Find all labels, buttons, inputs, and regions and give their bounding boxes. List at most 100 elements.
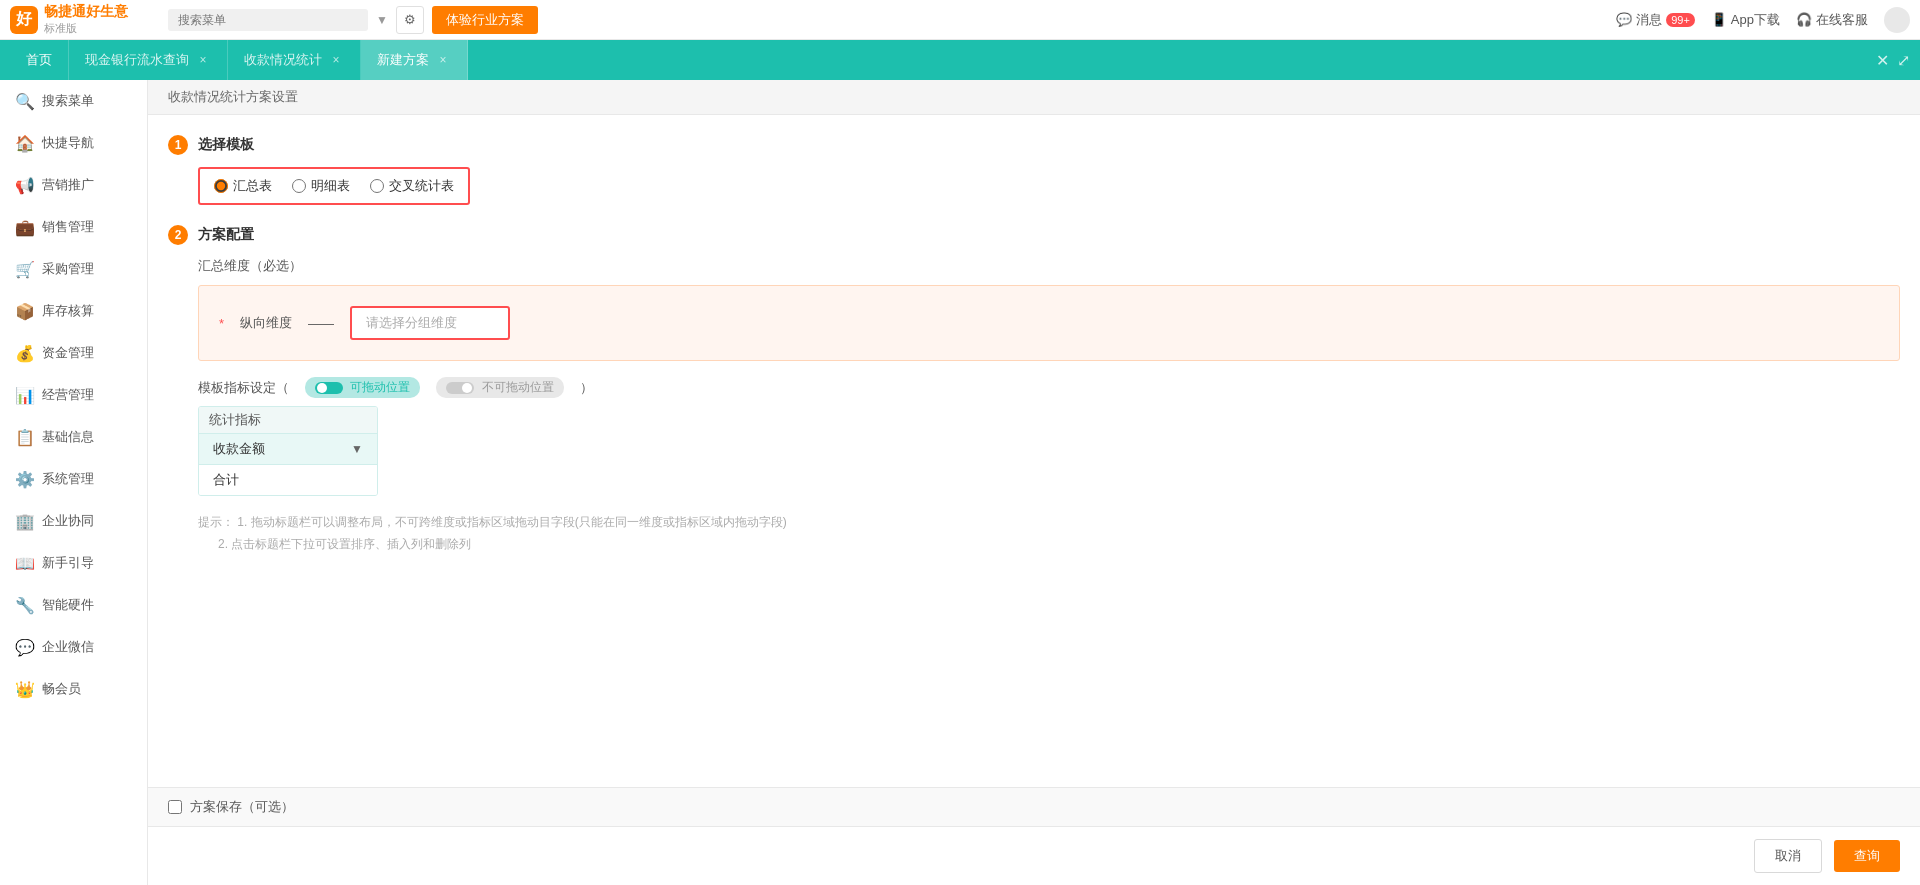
non-draggable-badge: 不可拖动位置: [436, 377, 563, 398]
tab-home-label: 首页: [26, 51, 52, 69]
sidebar-item-management-label: 经营管理: [42, 386, 94, 404]
finance-icon: 💰: [16, 344, 34, 362]
cancel-button[interactable]: 取消: [1754, 839, 1822, 873]
tab-cash-flow[interactable]: 现金银行流水查询 ×: [69, 40, 228, 80]
arrow-icon: ——: [308, 316, 334, 331]
save-section: 方案保存（可选）: [148, 787, 1920, 826]
sidebar-item-search[interactable]: 🔍 搜索菜单: [0, 80, 147, 122]
radio-summary-label: 汇总表: [233, 177, 272, 195]
radio-cross-label: 交叉统计表: [389, 177, 454, 195]
metric-header: 模板指标设定（ 可拖动位置 不可拖: [198, 377, 1900, 398]
sidebar-item-member[interactable]: 👑 畅会员: [0, 668, 147, 710]
radio-summary-input[interactable]: [214, 179, 228, 193]
sidebar-item-basic[interactable]: 📋 基础信息: [0, 416, 147, 458]
sidebar-item-enterprise[interactable]: 🏢 企业协同: [0, 500, 147, 542]
tab-receivable[interactable]: 收款情况统计 ×: [228, 40, 361, 80]
marketing-icon: 📢: [16, 176, 34, 194]
dropdown-arrow-icon[interactable]: ▼: [376, 13, 388, 27]
guide-icon: 📖: [16, 554, 34, 572]
step2-body: 汇总维度（必选） * 纵向维度 —— 请选择分组维度 模板指标设定（: [168, 257, 1900, 555]
metric-close-bracket: ）: [580, 379, 593, 397]
radio-detail[interactable]: 明细表: [292, 177, 350, 195]
dimension-row: * 纵向维度 —— 请选择分组维度: [219, 306, 1879, 340]
sidebar-item-marketing-label: 营销推广: [42, 176, 94, 194]
radio-cross[interactable]: 交叉统计表: [370, 177, 454, 195]
tab-receivable-close[interactable]: ×: [328, 52, 344, 68]
step2-num: 2: [168, 225, 188, 245]
tab-window-controls: ✕ ⤢: [1876, 51, 1910, 70]
draggable-badge: 可拖动位置: [305, 377, 420, 398]
chevron-down-icon[interactable]: ▼: [351, 442, 363, 456]
close-window-icon[interactable]: ✕: [1876, 51, 1889, 70]
logo-icon: 好: [10, 6, 38, 34]
sidebar-item-management[interactable]: 📊 经营管理: [0, 374, 147, 416]
sidebar-item-wechat[interactable]: 💬 企业微信: [0, 626, 147, 668]
metric-settings-label: 模板指标设定（: [198, 379, 289, 397]
tab-receivable-label: 收款情况统计: [244, 51, 322, 69]
step2-section: 2 方案配置 汇总维度（必选） * 纵向维度 —— 请选择分组维度: [168, 225, 1900, 555]
sidebar-item-nav[interactable]: 🏠 快捷导航: [0, 122, 147, 164]
page-body: 1 选择模板 汇总表 明细表: [148, 115, 1920, 787]
radio-summary[interactable]: 汇总表: [214, 177, 272, 195]
dimension-select[interactable]: 请选择分组维度: [350, 306, 510, 340]
user-avatar[interactable]: [1884, 7, 1910, 33]
stats-label: 统计指标: [199, 407, 377, 434]
purchase-icon: 🛒: [16, 260, 34, 278]
sidebar-item-guide-label: 新手引导: [42, 554, 94, 572]
non-draggable-indicator: [446, 382, 474, 394]
sidebar-item-system-label: 系统管理: [42, 470, 94, 488]
sidebar-item-sales[interactable]: 💼 销售管理: [0, 206, 147, 248]
footer-bar: 取消 查询: [148, 826, 1920, 885]
system-icon: ⚙️: [16, 470, 34, 488]
step1-title: 选择模板: [198, 136, 254, 154]
search-icon: 🔍: [16, 92, 34, 110]
tab-cash-flow-close[interactable]: ×: [195, 52, 211, 68]
sidebar-item-hardware[interactable]: 🔧 智能硬件: [0, 584, 147, 626]
service-icon: 🎧: [1796, 12, 1812, 27]
radio-detail-input[interactable]: [292, 179, 306, 193]
tips-spacer: [198, 537, 215, 551]
messages-btn[interactable]: 💬 消息 99+: [1616, 11, 1695, 29]
tab-home[interactable]: 首页: [10, 40, 69, 80]
save-label: 方案保存（可选）: [190, 798, 294, 816]
tab-new-plan[interactable]: 新建方案 ×: [361, 40, 468, 80]
gear-button[interactable]: ⚙: [396, 6, 424, 34]
app-download-label: App下载: [1731, 11, 1780, 29]
summary-dimension-label: 汇总维度（必选）: [198, 257, 1900, 275]
search-input[interactable]: [168, 9, 368, 31]
non-draggable-label: 不可拖动位置: [482, 380, 554, 394]
online-service-label: 在线客服: [1816, 11, 1868, 29]
metric-settings: 模板指标设定（ 可拖动位置 不可拖: [198, 377, 1900, 496]
top-search-area: ▼ ⚙ 体验行业方案: [168, 6, 1606, 34]
query-button[interactable]: 查询: [1834, 840, 1900, 872]
edition-badge: 标准版: [44, 21, 128, 36]
tab-bar: 首页 现金银行流水查询 × 收款情况统计 × 新建方案 × ✕ ⤢: [0, 40, 1920, 80]
sidebar-item-basic-label: 基础信息: [42, 428, 94, 446]
expand-window-icon[interactable]: ⤢: [1897, 51, 1910, 70]
sidebar-item-finance[interactable]: 💰 资金管理: [0, 332, 147, 374]
industry-btn[interactable]: 体验行业方案: [432, 6, 538, 34]
sidebar-item-purchase[interactable]: 🛒 采购管理: [0, 248, 147, 290]
tips-line2: 2. 点击标题栏下拉可设置排序、插入列和删除列: [218, 537, 471, 551]
sidebar-item-sales-label: 销售管理: [42, 218, 94, 236]
member-icon: 👑: [16, 680, 34, 698]
sidebar-item-marketing[interactable]: 📢 营销推广: [0, 164, 147, 206]
tab-new-plan-close[interactable]: ×: [435, 52, 451, 68]
sidebar-item-inventory[interactable]: 📦 库存核算: [0, 290, 147, 332]
sidebar-item-inventory-label: 库存核算: [42, 302, 94, 320]
management-icon: 📊: [16, 386, 34, 404]
app-icon: 📱: [1711, 12, 1727, 27]
metric-row-total: 合计: [199, 465, 377, 495]
tips-title: 提示：: [198, 515, 234, 529]
vertical-label: 纵向维度: [240, 314, 292, 332]
sidebar-item-system[interactable]: ⚙️ 系统管理: [0, 458, 147, 500]
inventory-icon: 📦: [16, 302, 34, 320]
online-service-btn[interactable]: 🎧 在线客服: [1796, 11, 1868, 29]
metric-col-header[interactable]: 收款金额 ▼: [199, 434, 377, 465]
sidebar-item-member-label: 畅会员: [42, 680, 81, 698]
save-checkbox[interactable]: [168, 800, 182, 814]
radio-cross-input[interactable]: [370, 179, 384, 193]
sidebar-item-search-label: 搜索菜单: [42, 92, 94, 110]
app-download-btn[interactable]: 📱 App下载: [1711, 11, 1780, 29]
sidebar-item-guide[interactable]: 📖 新手引导: [0, 542, 147, 584]
